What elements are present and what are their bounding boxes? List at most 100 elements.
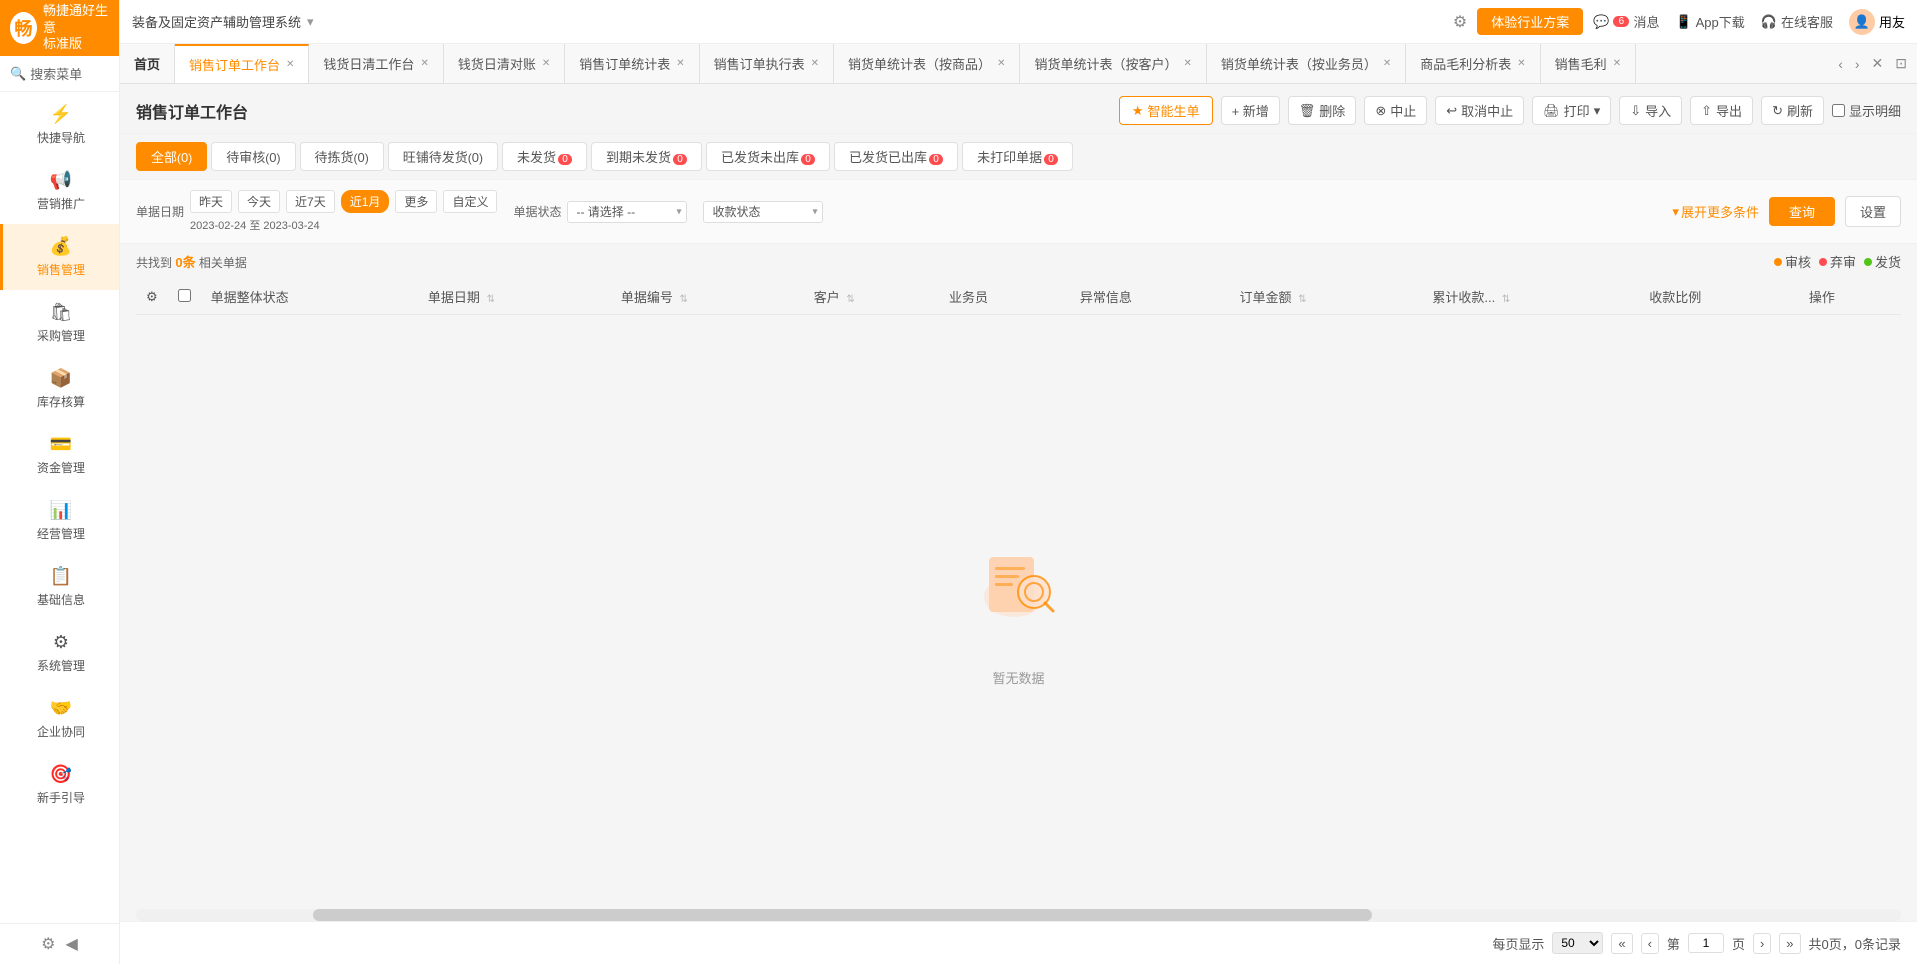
amount-sort-icon[interactable]: ⇅ bbox=[1298, 294, 1306, 305]
th-settings[interactable]: ⚙ bbox=[136, 279, 168, 315]
th-actions: 操作 bbox=[1799, 279, 1901, 315]
print-btn[interactable]: 🖨 打印 ▾ bbox=[1532, 96, 1611, 125]
date-today-btn[interactable]: 今天 bbox=[238, 190, 280, 213]
user-avatar-btn[interactable]: 👤 用友 bbox=[1849, 9, 1905, 35]
export-btn[interactable]: ⇧ 导出 bbox=[1690, 96, 1753, 125]
show-details-checkbox[interactable] bbox=[1832, 104, 1845, 117]
filter-tab-all[interactable]: 全部(0) bbox=[136, 142, 207, 171]
sidebar-item-operations[interactable]: 📊 经营管理 bbox=[0, 488, 119, 554]
tab-expand-icon[interactable]: ⊡ bbox=[1891, 53, 1911, 74]
tab-sales-summary-customer[interactable]: 销货单统计表（按客户） ✕ bbox=[1020, 44, 1206, 84]
number-sort-icon[interactable]: ⇅ bbox=[679, 294, 687, 305]
review-action-btn[interactable]: 审核 bbox=[1774, 252, 1811, 271]
tab-sales-workbench[interactable]: 销售订单工作台 ✕ bbox=[175, 44, 309, 84]
topbar-settings-icon[interactable]: ⚙ bbox=[1453, 12, 1467, 32]
page-actions: ★ 智能生单 + 新增 🗑 删除 ⊗ 中止 ↩ 取消中止 🖨 打印 ▾ bbox=[1119, 96, 1901, 125]
first-page-btn[interactable]: « bbox=[1611, 933, 1632, 954]
next-page-btn[interactable]: › bbox=[1753, 933, 1771, 954]
tab-sales-summary-staff[interactable]: 销货单统计表（按业务员） ✕ bbox=[1207, 44, 1406, 84]
sidebar-item-quick-nav[interactable]: ⚡ 快捷导航 bbox=[0, 92, 119, 158]
industry-btn[interactable]: 体验行业方案 bbox=[1477, 8, 1583, 35]
prev-page-btn[interactable]: ‹ bbox=[1641, 933, 1659, 954]
sidebar-collapse-btn[interactable]: ◀ bbox=[66, 934, 78, 954]
sidebar-item-basic[interactable]: 📋 基础信息 bbox=[0, 554, 119, 620]
last-page-btn[interactable]: » bbox=[1779, 933, 1800, 954]
show-details-checkbox-label[interactable]: 显示明细 bbox=[1832, 101, 1901, 120]
filter-tab-unshipped[interactable]: 未发货0 bbox=[502, 142, 587, 171]
tab-product-margin[interactable]: 商品毛利分析表 ✕ bbox=[1406, 44, 1540, 84]
page-input[interactable] bbox=[1688, 933, 1724, 953]
filter-tab-shipped-not-out[interactable]: 已发货未出库0 bbox=[706, 142, 830, 171]
tab-close-icon[interactable]: ✕ bbox=[1613, 58, 1621, 69]
sidebar-item-purchase[interactable]: 🛍 采购管理 bbox=[0, 290, 119, 356]
sidebar-item-system[interactable]: ⚙ 系统管理 bbox=[0, 620, 119, 686]
tab-scroll-left-icon[interactable]: ‹ bbox=[1834, 54, 1847, 74]
refresh-btn[interactable]: ↻ 刷新 bbox=[1761, 96, 1824, 125]
sidebar-item-marketing[interactable]: 📢 营销推广 bbox=[0, 158, 119, 224]
date-1month-btn[interactable]: 近1月 bbox=[341, 190, 390, 213]
customer-sort-icon[interactable]: ⇅ bbox=[846, 294, 854, 305]
cancel-stop-btn[interactable]: ↩ 取消中止 bbox=[1435, 96, 1524, 125]
filter-tab-shipped-out[interactable]: 已发货已出库0 bbox=[834, 142, 958, 171]
tab-sales-profit[interactable]: 销售毛利 ✕ bbox=[1541, 44, 1636, 84]
tab-close-icon[interactable]: ✕ bbox=[542, 58, 550, 69]
status-select[interactable]: -- 请选择 -- bbox=[567, 201, 687, 223]
expand-more-btn[interactable]: ▾ 展开更多条件 bbox=[1672, 202, 1759, 221]
setting-btn[interactable]: 设置 bbox=[1845, 196, 1901, 227]
app-download-btn[interactable]: 📱 App下载 bbox=[1675, 12, 1744, 31]
tab-close-icon[interactable]: ✕ bbox=[997, 58, 1005, 69]
tab-close-icon[interactable]: ✕ bbox=[1383, 58, 1391, 69]
filter-tab-unprinted[interactable]: 未打印单据0 bbox=[962, 142, 1073, 171]
online-service-btn[interactable]: 🎧 在线客服 bbox=[1761, 12, 1833, 31]
filter-tab-pending-review[interactable]: 待审核(0) bbox=[211, 142, 295, 171]
query-btn[interactable]: 查询 bbox=[1769, 197, 1835, 226]
tab-close-icon[interactable]: ✕ bbox=[1517, 58, 1525, 69]
tab-cash-daily[interactable]: 钱货日清工作台 ✕ bbox=[309, 44, 443, 84]
scrollbar-thumb[interactable] bbox=[313, 909, 1372, 921]
horizontal-scrollbar[interactable] bbox=[136, 909, 1901, 921]
delete-btn[interactable]: 🗑 删除 bbox=[1288, 96, 1357, 125]
date-custom-btn[interactable]: 自定义 bbox=[443, 190, 497, 213]
sidebar-settings-btn[interactable]: ⚙ bbox=[41, 934, 55, 954]
unreviewed-action-btn[interactable]: 弃审 bbox=[1819, 252, 1856, 271]
tab-close-icon[interactable]: ✕ bbox=[420, 58, 428, 69]
topbar-dropdown-arrow[interactable]: ▾ bbox=[307, 14, 314, 30]
smart-create-btn[interactable]: ★ 智能生单 bbox=[1119, 96, 1213, 125]
tab-sales-exec[interactable]: 销售订单执行表 ✕ bbox=[700, 44, 834, 84]
sidebar-item-enterprise[interactable]: 🤝 企业协同 bbox=[0, 686, 119, 752]
filter-tab-overdue-unshipped[interactable]: 到期未发货0 bbox=[591, 142, 702, 171]
sidebar-item-label: 销售管理 bbox=[37, 261, 85, 278]
tab-scroll-right-icon[interactable]: › bbox=[1851, 54, 1864, 74]
sidebar-item-inventory[interactable]: 📦 库存核算 bbox=[0, 356, 119, 422]
page-size-select[interactable]: 50 10 20 100 bbox=[1552, 932, 1603, 954]
date-more-btn[interactable]: 更多 bbox=[395, 190, 437, 213]
tab-close-icon[interactable]: ✕ bbox=[286, 59, 294, 70]
th-checkbox[interactable] bbox=[168, 279, 201, 315]
tab-close-icon[interactable]: ✕ bbox=[676, 58, 684, 69]
filter-tab-pending-pickup[interactable]: 待拣货(0) bbox=[300, 142, 384, 171]
add-btn[interactable]: + 新增 bbox=[1221, 96, 1280, 125]
tab-cash-reconcile[interactable]: 钱货日清对账 ✕ bbox=[444, 44, 565, 84]
tab-sales-summary-product[interactable]: 销货单统计表（按商品） ✕ bbox=[834, 44, 1020, 84]
tab-close-all-icon[interactable]: ✕ bbox=[1868, 53, 1888, 74]
sidebar-item-sales[interactable]: 💰 销售管理 bbox=[0, 224, 119, 290]
date-yesterday-btn[interactable]: 昨天 bbox=[190, 190, 232, 213]
tab-close-icon[interactable]: ✕ bbox=[1183, 58, 1191, 69]
date-sort-icon[interactable]: ⇅ bbox=[487, 294, 495, 305]
payment-status-select[interactable]: 收款状态 bbox=[703, 201, 823, 223]
ship-action-btn[interactable]: 发货 bbox=[1864, 252, 1901, 271]
tab-sales-stat[interactable]: 销售订单统计表 ✕ bbox=[565, 44, 699, 84]
date-7days-btn[interactable]: 近7天 bbox=[286, 190, 335, 213]
tab-close-icon[interactable]: ✕ bbox=[811, 58, 819, 69]
sidebar-item-finance[interactable]: 💳 资金管理 bbox=[0, 422, 119, 488]
system-icon: ⚙ bbox=[53, 632, 69, 653]
sidebar-search[interactable]: 🔍 搜索菜单 bbox=[0, 56, 119, 92]
tab-home[interactable]: 首页 bbox=[120, 44, 175, 84]
import-btn[interactable]: ⇩ 导入 bbox=[1619, 96, 1682, 125]
collected-sort-icon[interactable]: ⇅ bbox=[1502, 294, 1510, 305]
message-btn[interactable]: 💬 6 消息 bbox=[1593, 12, 1659, 31]
stop-btn[interactable]: ⊗ 中止 bbox=[1364, 96, 1427, 125]
select-all-checkbox[interactable] bbox=[178, 289, 191, 302]
sidebar-item-newbie[interactable]: 🎯 新手引导 bbox=[0, 752, 119, 818]
filter-tab-wangpu[interactable]: 旺铺待发货(0) bbox=[388, 142, 498, 171]
